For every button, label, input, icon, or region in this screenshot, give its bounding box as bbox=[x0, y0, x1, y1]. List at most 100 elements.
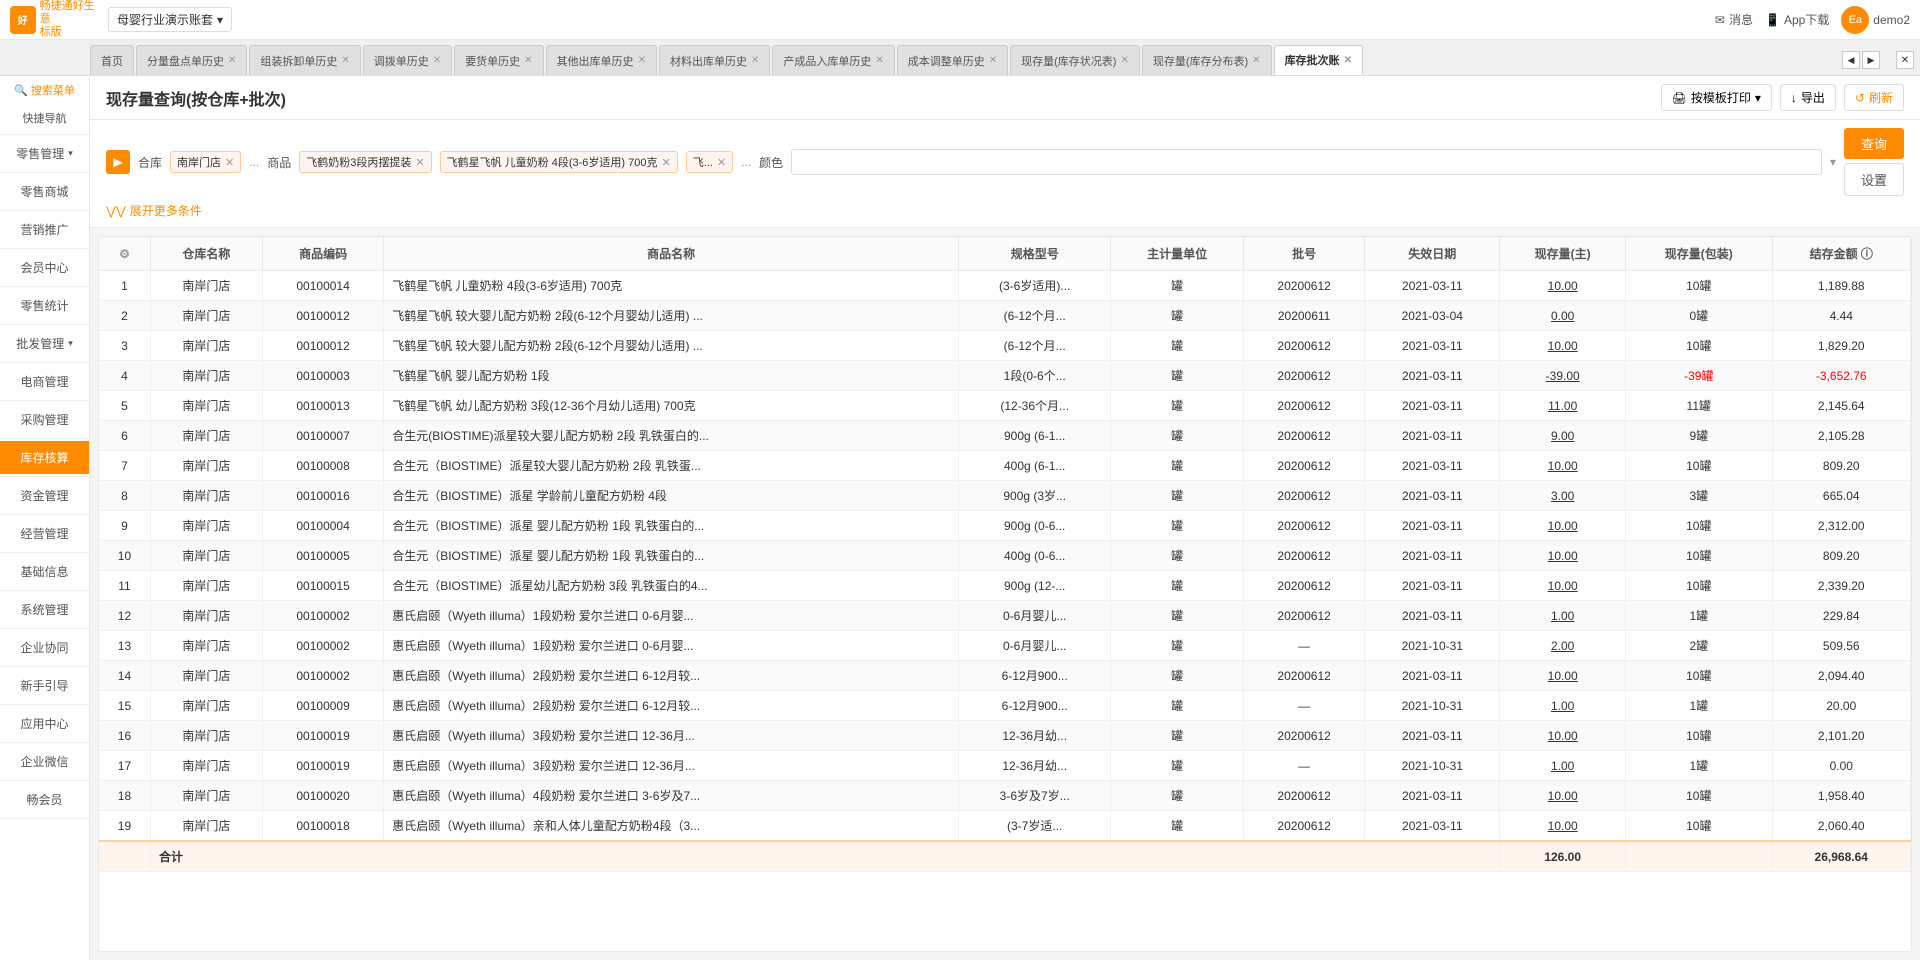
cell-qty-main[interactable]: 10.00 bbox=[1500, 721, 1626, 751]
product-tag-3-remove[interactable]: ✕ bbox=[717, 156, 726, 169]
product-tag-3[interactable]: 飞... ✕ bbox=[686, 151, 733, 173]
cell-qty-main[interactable]: 1.00 bbox=[1500, 751, 1626, 781]
sidebar-item-6[interactable]: 电商管理 bbox=[0, 365, 89, 398]
sidebar-item-14[interactable]: 新手引导 bbox=[0, 669, 89, 702]
cell-qty-main[interactable]: 1.00 bbox=[1500, 691, 1626, 721]
product-tag-1[interactable]: 飞鹤奶粉3段丙摆提装 ✕ bbox=[299, 151, 431, 173]
cell-qty-main[interactable]: 10.00 bbox=[1500, 271, 1626, 301]
tab-item-8[interactable]: 成本调整单历史✕ bbox=[897, 45, 1008, 75]
tab-item-3[interactable]: 调拨单历史✕ bbox=[363, 45, 452, 75]
cell-qty-main[interactable]: 10.00 bbox=[1500, 811, 1626, 842]
sidebar-item-2[interactable]: 营销推广 bbox=[0, 213, 89, 246]
sidebar-item-17[interactable]: 畅会员 bbox=[0, 783, 89, 816]
cell-qty-main[interactable]: 10.00 bbox=[1500, 571, 1626, 601]
search-menu-btn[interactable]: 🔍 搜索菜单 bbox=[0, 76, 89, 104]
tab-next-btn[interactable]: ▶ bbox=[1862, 51, 1880, 69]
cell-qty-pkg: 10罐 bbox=[1626, 451, 1772, 481]
tab-close-icon[interactable]: ✕ bbox=[989, 55, 997, 66]
tab-close-icon[interactable]: ✕ bbox=[875, 55, 883, 66]
cell-qty-main[interactable]: 10.00 bbox=[1500, 781, 1626, 811]
cell-qty-main[interactable]: 10.00 bbox=[1500, 451, 1626, 481]
tab-item-5[interactable]: 其他出库单历史✕ bbox=[546, 45, 657, 75]
cell-qty-main[interactable]: 10.00 bbox=[1500, 661, 1626, 691]
cell-qty-main[interactable]: 1.00 bbox=[1500, 601, 1626, 631]
setting-btn[interactable]: 设置 bbox=[1844, 163, 1904, 196]
tab-item-11[interactable]: 库存批次账✕ bbox=[1274, 45, 1363, 75]
template-print-btn[interactable]: 🖨 按模板打印 ▾ bbox=[1661, 84, 1772, 111]
account-selector[interactable]: 母婴行业演示账套 ▾ bbox=[108, 7, 232, 32]
tab-item-10[interactable]: 现存量(库存分布表)✕ bbox=[1142, 45, 1272, 75]
tab-close-icon[interactable]: ✕ bbox=[524, 55, 532, 66]
cell-name: 惠氏启颐（Wyeth illuma）亲和人体儿童配方奶粉4段（3... bbox=[384, 811, 959, 842]
cell-qty-main[interactable]: 3.00 bbox=[1500, 481, 1626, 511]
cell-batch: — bbox=[1243, 691, 1364, 721]
quick-nav-btn[interactable]: 快捷导航 bbox=[0, 104, 89, 132]
tab-item-2[interactable]: 组装拆卸单历史✕ bbox=[249, 45, 360, 75]
tab-close-icon[interactable]: ✕ bbox=[751, 55, 759, 66]
cell-qty-main[interactable]: 11.00 bbox=[1500, 391, 1626, 421]
tab-item-9[interactable]: 现存量(库存状况表)✕ bbox=[1010, 45, 1140, 75]
message-btn[interactable]: ✉ 消息 bbox=[1715, 11, 1753, 28]
filter-expand-arrow-btn[interactable]: ▶ bbox=[106, 150, 130, 174]
sidebar-item-5[interactable]: 批发管理▾ bbox=[0, 327, 89, 360]
product-more[interactable]: ... bbox=[741, 155, 751, 169]
tab-close-icon[interactable]: ✕ bbox=[228, 55, 236, 66]
cell-qty-pkg: 1罐 bbox=[1626, 691, 1772, 721]
sidebar-item-13[interactable]: 企业协同 bbox=[0, 631, 89, 664]
cell-qty-main[interactable]: 10.00 bbox=[1500, 541, 1626, 571]
tab-item-0[interactable]: 首页 bbox=[90, 45, 134, 75]
tab-close-icon[interactable]: ✕ bbox=[341, 55, 349, 66]
product-tag-2-remove[interactable]: ✕ bbox=[661, 156, 670, 169]
sidebar-item-9[interactable]: 资金管理 bbox=[0, 479, 89, 512]
col-batch: 批号 bbox=[1243, 237, 1364, 271]
sidebar-item-15[interactable]: 应用中心 bbox=[0, 707, 89, 740]
sidebar-item-0[interactable]: 零售管理▾ bbox=[0, 137, 89, 170]
sidebar-item-10[interactable]: 经营管理 bbox=[0, 517, 89, 550]
cell-no: 19 bbox=[99, 811, 150, 842]
tab-close-icon[interactable]: ✕ bbox=[1344, 55, 1352, 66]
tab-close-icon[interactable]: ✕ bbox=[1252, 55, 1260, 66]
warehouse-tag-1-remove[interactable]: ✕ bbox=[225, 156, 234, 169]
query-btn[interactable]: 查询 bbox=[1844, 128, 1904, 159]
tab-prev-btn[interactable]: ◀ bbox=[1842, 51, 1860, 69]
export-btn[interactable]: ↓ 导出 bbox=[1780, 84, 1836, 111]
sidebar-item-16[interactable]: 企业微信 bbox=[0, 745, 89, 778]
cell-qty-main[interactable]: -39.00 bbox=[1500, 361, 1626, 391]
sidebar-item-7[interactable]: 采购管理 bbox=[0, 403, 89, 436]
tab-close-all-btn[interactable]: ✕ bbox=[1896, 51, 1914, 69]
tab-close-icon[interactable]: ✕ bbox=[638, 55, 646, 66]
cell-amount: 509.56 bbox=[1772, 631, 1911, 661]
tab-close-icon[interactable]: ✕ bbox=[433, 55, 441, 66]
user-menu[interactable]: Ea demo2 bbox=[1841, 6, 1910, 34]
sidebar-item-4[interactable]: 零售统计 bbox=[0, 289, 89, 322]
warehouse-tag-1[interactable]: 南岸门店 ✕ bbox=[170, 151, 241, 173]
cell-qty-main[interactable]: 2.00 bbox=[1500, 631, 1626, 661]
sidebar-item-1[interactable]: 零售商城 bbox=[0, 175, 89, 208]
cell-batch: 20200612 bbox=[1243, 721, 1364, 751]
product-tag-2[interactable]: 飞鹤星飞帆 儿童奶粉 4段(3-6岁适用) 700克 ✕ bbox=[440, 151, 678, 173]
sidebar-item-11[interactable]: 基础信息 bbox=[0, 555, 89, 588]
cell-qty-pkg: 10罐 bbox=[1626, 331, 1772, 361]
tab-bar: 首页分量盘点单历史✕组装拆卸单历史✕调拨单历史✕要货单历史✕其他出库单历史✕材料… bbox=[0, 40, 1920, 76]
cell-batch: 20200612 bbox=[1243, 361, 1364, 391]
tab-item-4[interactable]: 要货单历史✕ bbox=[454, 45, 543, 75]
tab-item-6[interactable]: 材料出库单历史✕ bbox=[659, 45, 770, 75]
color-filter-input[interactable] bbox=[791, 149, 1822, 175]
tab-item-1[interactable]: 分量盘点单历史✕ bbox=[136, 45, 247, 75]
cell-qty-main[interactable]: 0.00 bbox=[1500, 301, 1626, 331]
col-settings[interactable]: ⚙ bbox=[99, 237, 150, 271]
refresh-btn[interactable]: ↺ 刷新 bbox=[1844, 84, 1904, 111]
sidebar-item-8[interactable]: 库存核算 bbox=[0, 441, 89, 474]
warehouse-more[interactable]: ... bbox=[249, 155, 259, 169]
product-tag-1-remove[interactable]: ✕ bbox=[415, 156, 424, 169]
expand-more-btn[interactable]: ⋁⋁ 展开更多条件 bbox=[106, 202, 1904, 219]
sidebar-item-12[interactable]: 系统管理 bbox=[0, 593, 89, 626]
sidebar-item-3[interactable]: 会员中心 bbox=[0, 251, 89, 284]
cell-qty-main[interactable]: 10.00 bbox=[1500, 511, 1626, 541]
cell-qty-pkg: 10罐 bbox=[1626, 271, 1772, 301]
cell-qty-main[interactable]: 10.00 bbox=[1500, 331, 1626, 361]
tab-item-7[interactable]: 产成品入库单历史✕ bbox=[772, 45, 894, 75]
cell-qty-main[interactable]: 9.00 bbox=[1500, 421, 1626, 451]
app-download-btn[interactable]: 📱 App下载 bbox=[1765, 11, 1829, 28]
tab-close-icon[interactable]: ✕ bbox=[1120, 55, 1128, 66]
